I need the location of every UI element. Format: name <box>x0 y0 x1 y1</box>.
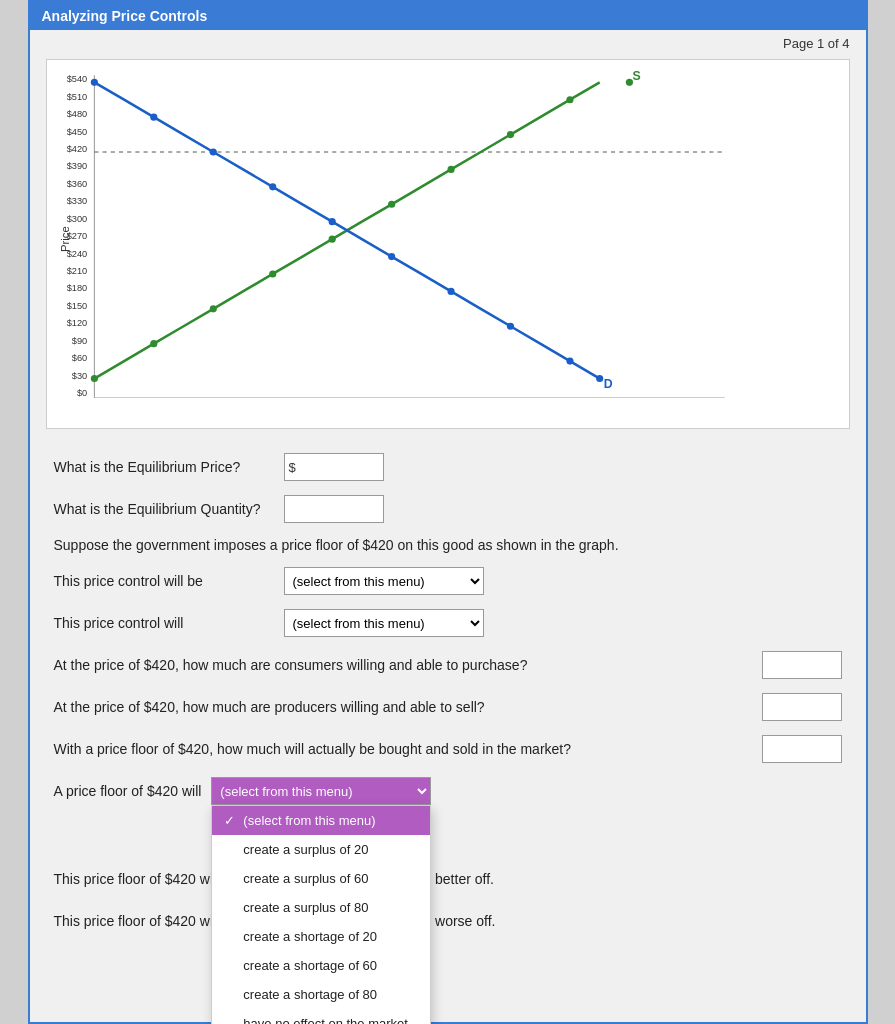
svg-text:$510: $510 <box>66 92 87 102</box>
svg-text:$90: $90 <box>71 336 86 346</box>
content-area: What is the Equilibrium Price? $ What is… <box>30 445 866 965</box>
price-floor-will-row: A price floor of $420 will (select from … <box>54 777 842 805</box>
menu-item-label-2: create a surplus of 60 <box>243 871 368 886</box>
bought-sold-row: With a price floor of $420, how much wil… <box>54 735 842 763</box>
svg-text:$210: $210 <box>66 266 87 276</box>
consumers-willing-label: At the price of $420, how much are consu… <box>54 657 752 673</box>
eq-price-input[interactable] <box>298 460 368 475</box>
menu-item-1[interactable]: ✓ create a surplus of 20 <box>212 835 430 864</box>
svg-text:$300: $300 <box>66 214 87 224</box>
dollar-sign: $ <box>289 460 296 475</box>
eq-qty-label: What is the Equilibrium Quantity? <box>54 501 274 517</box>
svg-point-59 <box>209 148 216 155</box>
svg-text:$180: $180 <box>66 283 87 293</box>
bought-sold-label: With a price floor of $420, how much wil… <box>54 741 752 757</box>
svg-point-49 <box>269 270 276 277</box>
menu-item-4[interactable]: ✓ create a shortage of 20 <box>212 922 430 951</box>
producers-willing-input[interactable] <box>762 693 842 721</box>
svg-text:$390: $390 <box>66 161 87 171</box>
svg-point-60 <box>269 183 276 190</box>
title-bar: Analyzing Price Controls <box>30 2 866 30</box>
svg-text:$540: $540 <box>66 74 87 84</box>
svg-point-50 <box>328 236 335 243</box>
svg-point-57 <box>90 79 97 86</box>
svg-text:$120: $120 <box>66 318 87 328</box>
menu-item-2[interactable]: ✓ create a surplus of 60 <box>212 864 430 893</box>
svg-text:$420: $420 <box>66 144 87 154</box>
bought-sold-input[interactable] <box>762 735 842 763</box>
page-number: Page 1 of 4 <box>30 30 866 51</box>
chart-area: $0 $30 $60 $90 $120 $150 $180 $210 $240 … <box>57 70 839 398</box>
menu-item-5[interactable]: ✓ create a shortage of 60 <box>212 951 430 980</box>
eq-price-label: What is the Equilibrium Price? <box>54 459 274 475</box>
svg-point-48 <box>209 305 216 312</box>
eq-price-input-wrapper: $ <box>284 453 384 481</box>
price-control-will-be-row: This price control will be (select from … <box>54 567 842 595</box>
menu-item-label-4: create a shortage of 20 <box>243 929 377 944</box>
svg-point-47 <box>150 340 157 347</box>
menu-item-label-7: have no effect on the market. <box>243 1016 411 1024</box>
svg-point-65 <box>566 358 573 365</box>
consumers-willing-row: At the price of $420, how much are consu… <box>54 651 842 679</box>
price-floor-will-dropdown-wrapper: (select from this menu) ✓ (select from t… <box>211 777 431 805</box>
chart-svg: $0 $30 $60 $90 $120 $150 $180 $210 $240 … <box>57 70 839 398</box>
menu-item-0[interactable]: ✓ (select from this menu) <box>212 806 430 835</box>
svg-point-54 <box>566 96 573 103</box>
main-container: Analyzing Price Controls Page 1 of 4 $0 … <box>28 0 868 1024</box>
menu-item-6[interactable]: ✓ create a shortage of 80 <box>212 980 430 1009</box>
svg-text:$480: $480 <box>66 109 87 119</box>
price-floor-will-label: A price floor of $420 will <box>54 783 202 799</box>
price-control-will-be-label: This price control will be <box>54 573 274 589</box>
svg-text:$360: $360 <box>66 179 87 189</box>
page-title: Analyzing Price Controls <box>42 8 208 24</box>
svg-text:S: S <box>632 70 640 83</box>
svg-point-64 <box>506 323 513 330</box>
svg-text:$450: $450 <box>66 127 87 137</box>
menu-item-7[interactable]: ✓ have no effect on the market. <box>212 1009 430 1024</box>
menu-item-3[interactable]: ✓ create a surplus of 80 <box>212 893 430 922</box>
svg-point-62 <box>388 253 395 260</box>
svg-text:Price: Price <box>58 226 70 252</box>
svg-point-58 <box>150 114 157 121</box>
better-off-label: This price floor of $420 wi <box>54 871 214 887</box>
price-floor-will-select[interactable]: (select from this menu) <box>211 777 431 805</box>
worse-off-row: This price floor of $420 wi (select from… <box>54 907 842 935</box>
price-control-will-be-select[interactable]: (select from this menu) binding non-bind… <box>284 567 484 595</box>
menu-item-label-6: create a shortage of 80 <box>243 987 377 1002</box>
chart-container: $0 $30 $60 $90 $120 $150 $180 $210 $240 … <box>46 59 850 429</box>
svg-point-63 <box>447 288 454 295</box>
price-control-will-select[interactable]: (select from this menu) help consumers h… <box>284 609 484 637</box>
svg-point-52 <box>447 166 454 173</box>
menu-item-label-0: (select from this menu) <box>243 813 375 828</box>
menu-item-label-5: create a shortage of 60 <box>243 958 377 973</box>
price-floor-dropdown-menu: ✓ (select from this menu) ✓ create a sur… <box>211 805 431 1024</box>
svg-text:$0: $0 <box>76 388 86 398</box>
worse-off-suffix: worse off. <box>435 913 495 929</box>
worse-off-label: This price floor of $420 wi <box>54 913 214 929</box>
menu-item-label-1: create a surplus of 20 <box>243 842 368 857</box>
consumers-willing-input[interactable] <box>762 651 842 679</box>
svg-text:$330: $330 <box>66 196 87 206</box>
svg-point-51 <box>388 201 395 208</box>
better-off-suffix: better off. <box>435 871 494 887</box>
price-control-will-row: This price control will (select from thi… <box>54 609 842 637</box>
eq-price-row: What is the Equilibrium Price? $ <box>54 453 842 481</box>
svg-text:$60: $60 <box>71 353 86 363</box>
gov-statement: Suppose the government imposes a price f… <box>54 537 842 553</box>
price-control-will-label: This price control will <box>54 615 274 631</box>
svg-text:$30: $30 <box>71 371 86 381</box>
checkmark-0: ✓ <box>224 813 235 828</box>
svg-text:D: D <box>603 377 612 391</box>
svg-text:$150: $150 <box>66 301 87 311</box>
menu-item-label-3: create a surplus of 80 <box>243 900 368 915</box>
eq-qty-row: What is the Equilibrium Quantity? <box>54 495 842 523</box>
producers-willing-label: At the price of $420, how much are produ… <box>54 699 752 715</box>
svg-point-53 <box>506 131 513 138</box>
eq-qty-input[interactable] <box>284 495 384 523</box>
svg-point-66 <box>596 375 603 382</box>
producers-willing-row: At the price of $420, how much are produ… <box>54 693 842 721</box>
svg-point-46 <box>90 375 97 382</box>
better-off-row: This price floor of $420 wi (select from… <box>54 865 842 893</box>
svg-point-61 <box>328 218 335 225</box>
